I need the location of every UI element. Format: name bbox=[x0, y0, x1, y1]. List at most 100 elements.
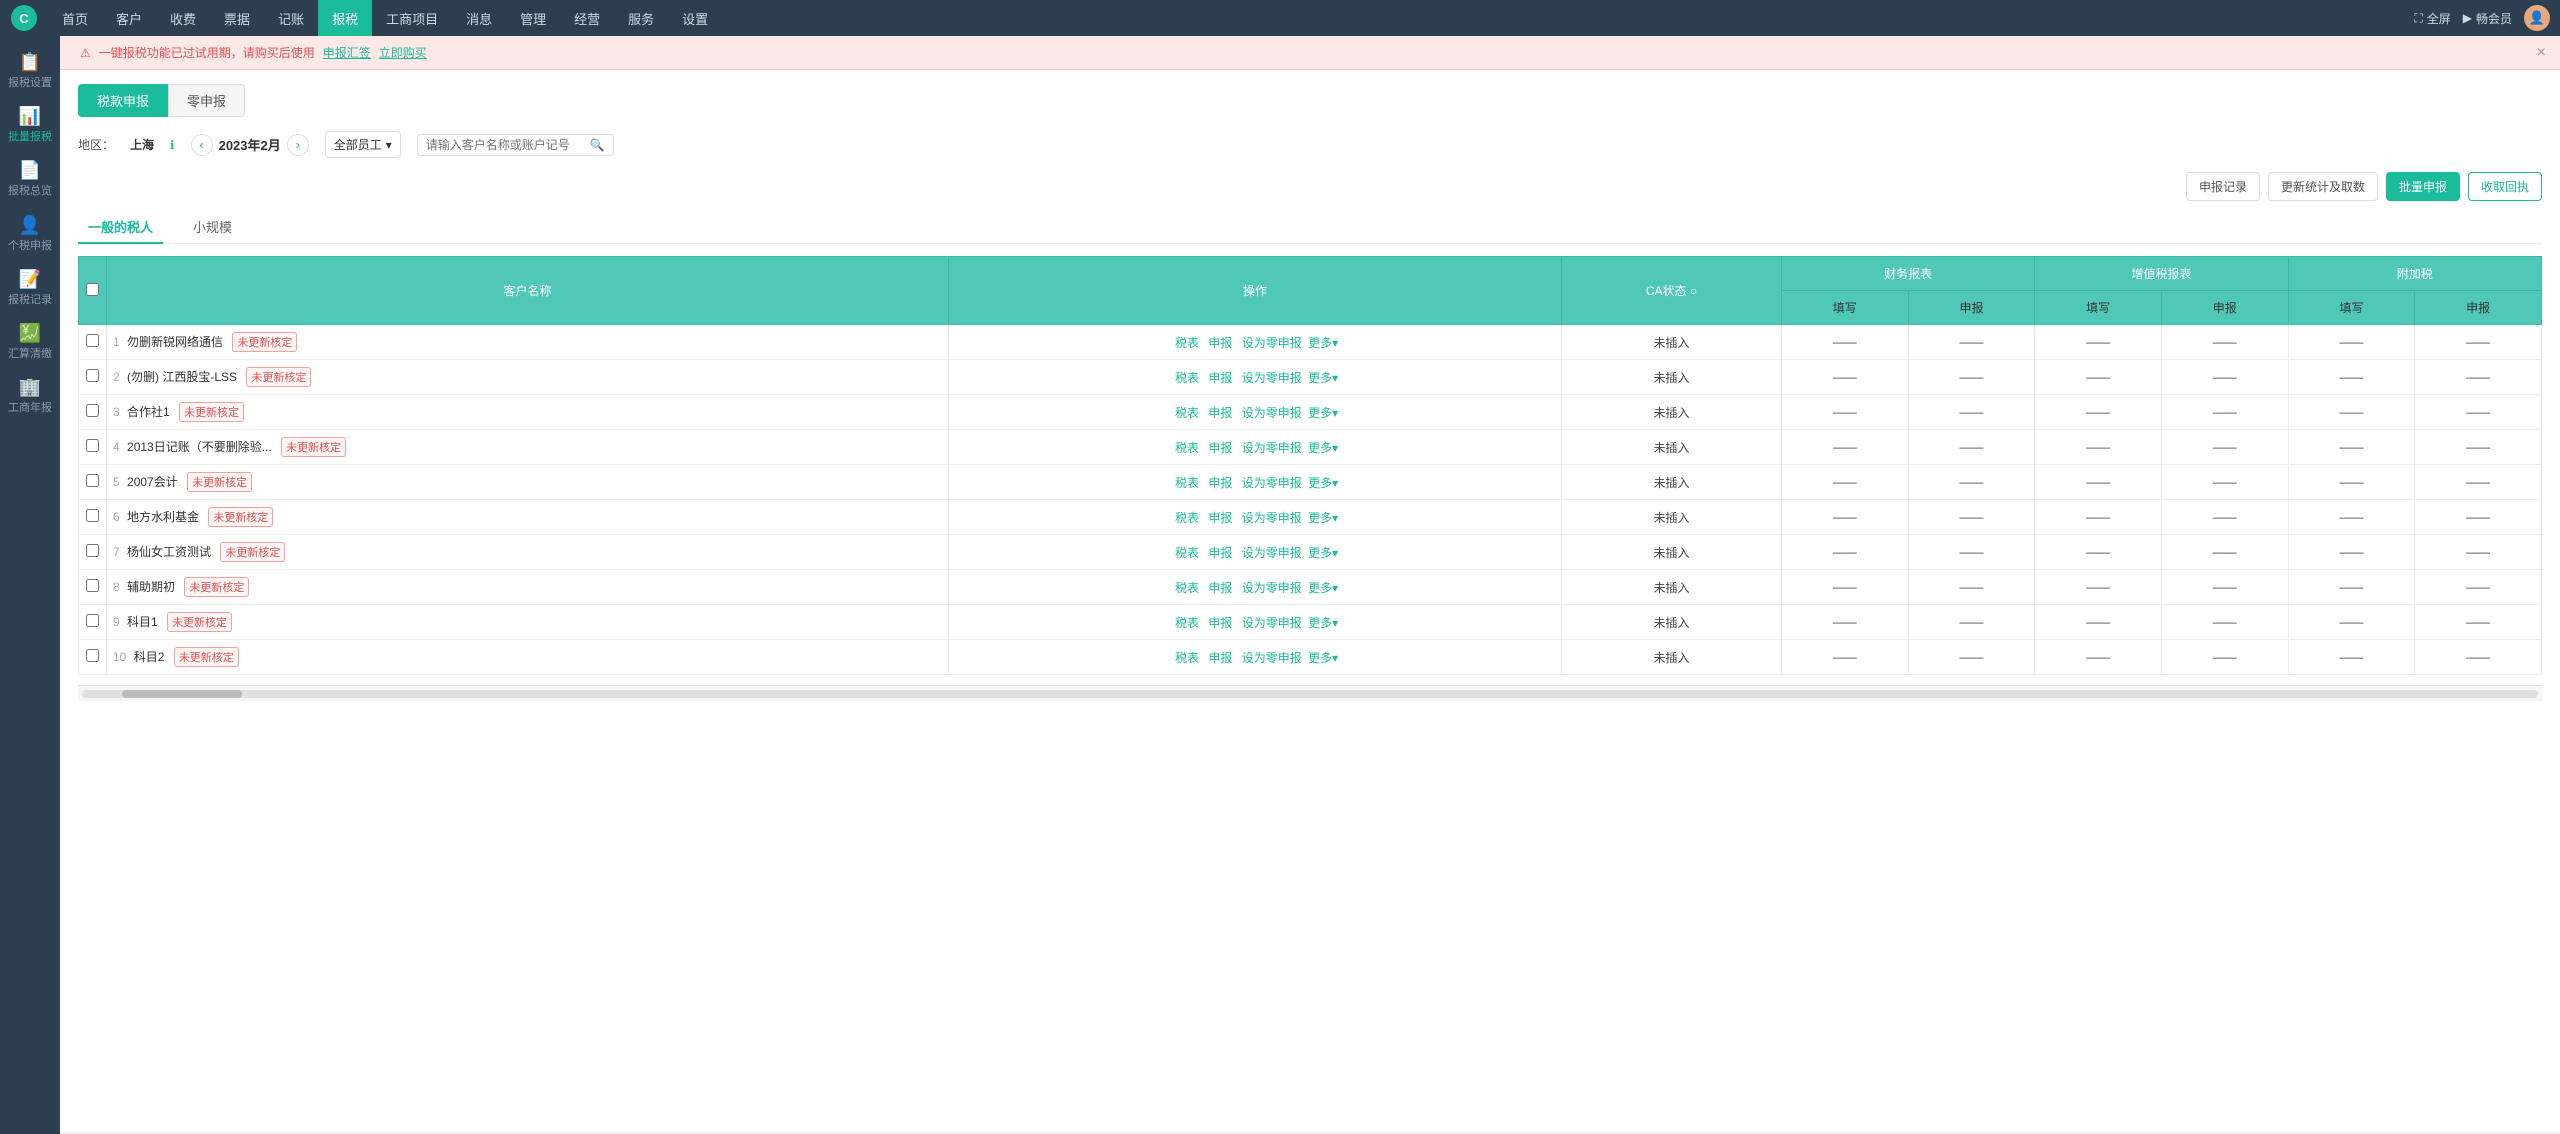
region-value: 上海 bbox=[130, 136, 154, 153]
update-stats-button[interactable]: 更新统计及取数 bbox=[2268, 172, 2378, 201]
period-next-button[interactable]: › bbox=[287, 134, 309, 156]
nav-service[interactable]: 服务 bbox=[614, 0, 668, 36]
table-header-group-row: 客户名称 操作 CA状态 ○ 财务报表 增值税报表 附加税 bbox=[79, 257, 2542, 291]
row-checkbox-7[interactable] bbox=[86, 579, 99, 592]
notif-link-buy[interactable]: 立即购买 bbox=[379, 44, 427, 61]
row-op-tax-table[interactable]: 税表 bbox=[1175, 441, 1199, 455]
search-input[interactable] bbox=[426, 138, 586, 152]
sidebar-item-individual-tax[interactable]: 👤 个税申报 bbox=[0, 207, 60, 261]
nav-business[interactable]: 工商项目 bbox=[372, 0, 452, 36]
row-op-zero-declare[interactable]: 设为零申报 bbox=[1242, 581, 1302, 595]
nav-home[interactable]: 首页 bbox=[48, 0, 102, 36]
row-op-more[interactable]: 更多▾ bbox=[1308, 511, 1338, 525]
sidebar-item-tax-overview[interactable]: 📄 报税总览 bbox=[0, 152, 60, 206]
row-checkbox-4[interactable] bbox=[86, 474, 99, 487]
row-op-zero-declare[interactable]: 设为零申报 bbox=[1242, 616, 1302, 630]
row-op-tax-table[interactable]: 税表 bbox=[1175, 336, 1199, 350]
sub-tab-small-scale[interactable]: 小规模 bbox=[183, 211, 242, 244]
horizontal-scrollbar[interactable] bbox=[78, 685, 2542, 701]
row-op-declare[interactable]: 申报 bbox=[1208, 371, 1232, 385]
row-checkbox-9[interactable] bbox=[86, 649, 99, 662]
row-op-zero-declare[interactable]: 设为零申报 bbox=[1242, 441, 1302, 455]
notif-link-declare[interactable]: 申报汇签 bbox=[323, 44, 371, 61]
row-op-tax-table[interactable]: 税表 bbox=[1175, 651, 1199, 665]
sidebar-item-tax-record[interactable]: 📝 报税记录 bbox=[0, 261, 60, 315]
nav-accounting[interactable]: 记账 bbox=[264, 0, 318, 36]
tab-tax-declare[interactable]: 税款申报 bbox=[78, 84, 168, 117]
row-op-more[interactable]: 更多▾ bbox=[1308, 336, 1338, 350]
nav-invoice[interactable]: 票据 bbox=[210, 0, 264, 36]
retrieve-button[interactable]: 收取回执 bbox=[2468, 172, 2542, 201]
row-op-zero-declare[interactable]: 设为零申报 bbox=[1242, 336, 1302, 350]
nav-manage[interactable]: 管理 bbox=[506, 0, 560, 36]
row-op-declare[interactable]: 申报 bbox=[1208, 546, 1232, 560]
row-op-tax-table[interactable]: 税表 bbox=[1175, 476, 1199, 490]
row-op-declare[interactable]: 申报 bbox=[1208, 336, 1232, 350]
staff-label: 全部员工 bbox=[334, 136, 382, 153]
row-op-declare[interactable]: 申报 bbox=[1208, 616, 1232, 630]
period-prev-button[interactable]: ‹ bbox=[191, 134, 213, 156]
region-info-icon[interactable]: ℹ bbox=[170, 138, 175, 152]
row-checkbox-3[interactable] bbox=[86, 439, 99, 452]
sidebar-item-annual-report[interactable]: 🏢 工商年报 bbox=[0, 369, 60, 423]
row-add-declare: —— bbox=[2415, 395, 2542, 430]
row-op-tax-table[interactable]: 税表 bbox=[1175, 616, 1199, 630]
nav-message[interactable]: 消息 bbox=[452, 0, 506, 36]
nav-client[interactable]: 客户 bbox=[102, 0, 156, 36]
nav-operation[interactable]: 经营 bbox=[560, 0, 614, 36]
row-op-tax-table[interactable]: 税表 bbox=[1175, 406, 1199, 420]
row-op-more[interactable]: 更多▾ bbox=[1308, 406, 1338, 420]
row-checkbox-1[interactable] bbox=[86, 369, 99, 382]
row-op-declare[interactable]: 申报 bbox=[1208, 581, 1232, 595]
batch-declare-button[interactable]: 批量申报 bbox=[2386, 172, 2460, 201]
row-op-tax-table[interactable]: 税表 bbox=[1175, 546, 1199, 560]
row-op-declare[interactable]: 申报 bbox=[1208, 476, 1232, 490]
row-checkbox-5[interactable] bbox=[86, 509, 99, 522]
nav-settings[interactable]: 设置 bbox=[668, 0, 722, 36]
staff-selector[interactable]: 全部员工 ▾ bbox=[325, 131, 401, 158]
row-op-more[interactable]: 更多▾ bbox=[1308, 546, 1338, 560]
sidebar-item-batch-tax[interactable]: 📊 批量报税 bbox=[0, 98, 60, 152]
row-op-tax-table[interactable]: 税表 bbox=[1175, 511, 1199, 525]
row-checkbox-6[interactable] bbox=[86, 544, 99, 557]
search-icon[interactable]: 🔍 bbox=[590, 138, 605, 152]
row-op-more[interactable]: 更多▾ bbox=[1308, 476, 1338, 490]
row-client-name: 6 地方水利基金 未更新核定 bbox=[107, 500, 949, 535]
row-op-more[interactable]: 更多▾ bbox=[1308, 441, 1338, 455]
row-op-tax-table[interactable]: 税表 bbox=[1175, 371, 1199, 385]
row-checkbox-8[interactable] bbox=[86, 614, 99, 627]
row-checkbox-0[interactable] bbox=[86, 334, 99, 347]
row-op-tax-table[interactable]: 税表 bbox=[1175, 581, 1199, 595]
declare-record-button[interactable]: 申报记录 bbox=[2186, 172, 2260, 201]
sub-tab-general[interactable]: 一般的税人 bbox=[78, 211, 163, 244]
row-op-declare[interactable]: 申报 bbox=[1208, 511, 1232, 525]
row-op-declare[interactable]: 申报 bbox=[1208, 651, 1232, 665]
nav-fee[interactable]: 收费 bbox=[156, 0, 210, 36]
scroll-track[interactable] bbox=[82, 690, 2538, 698]
nav-tax[interactable]: 报税 bbox=[318, 0, 372, 36]
notif-close-button[interactable]: × bbox=[2537, 44, 2546, 62]
row-op-zero-declare[interactable]: 设为零申报 bbox=[1242, 371, 1302, 385]
fullscreen-button[interactable]: ⛶ 全屏 bbox=[2414, 10, 2450, 27]
row-op-declare[interactable]: 申报 bbox=[1208, 406, 1232, 420]
row-op-declare[interactable]: 申报 bbox=[1208, 441, 1232, 455]
sidebar-item-annual-clear[interactable]: 💹 汇算清缴 bbox=[0, 315, 60, 369]
row-op-more[interactable]: 更多▾ bbox=[1308, 651, 1338, 665]
select-all-checkbox[interactable] bbox=[86, 283, 99, 296]
row-op-zero-declare[interactable]: 设为零申报 bbox=[1242, 406, 1302, 420]
row-op-zero-declare[interactable]: 设为零申报 bbox=[1242, 476, 1302, 490]
row-op-more[interactable]: 更多▾ bbox=[1308, 371, 1338, 385]
sidebar-item-tax-settings[interactable]: 📋 报税设置 bbox=[0, 44, 60, 98]
member-label: 畅会员 bbox=[2476, 10, 2512, 27]
row-checkbox-2[interactable] bbox=[86, 404, 99, 417]
tab-zero-declare[interactable]: 零申报 bbox=[168, 84, 245, 117]
member-button[interactable]: ▶ 畅会员 bbox=[2463, 10, 2512, 27]
row-op-more[interactable]: 更多▾ bbox=[1308, 616, 1338, 630]
row-client-name: 3 合作社1 未更新核定 bbox=[107, 395, 949, 430]
row-op-zero-declare[interactable]: 设为零申报 bbox=[1242, 651, 1302, 665]
row-operations: 税表 申报 设为零申报 更多▾ bbox=[949, 605, 1562, 640]
row-op-more[interactable]: 更多▾ bbox=[1308, 581, 1338, 595]
row-op-zero-declare[interactable]: 设为零申报 bbox=[1242, 511, 1302, 525]
row-op-zero-declare[interactable]: 设为零申报 bbox=[1242, 546, 1302, 560]
scroll-thumb[interactable] bbox=[122, 690, 242, 698]
